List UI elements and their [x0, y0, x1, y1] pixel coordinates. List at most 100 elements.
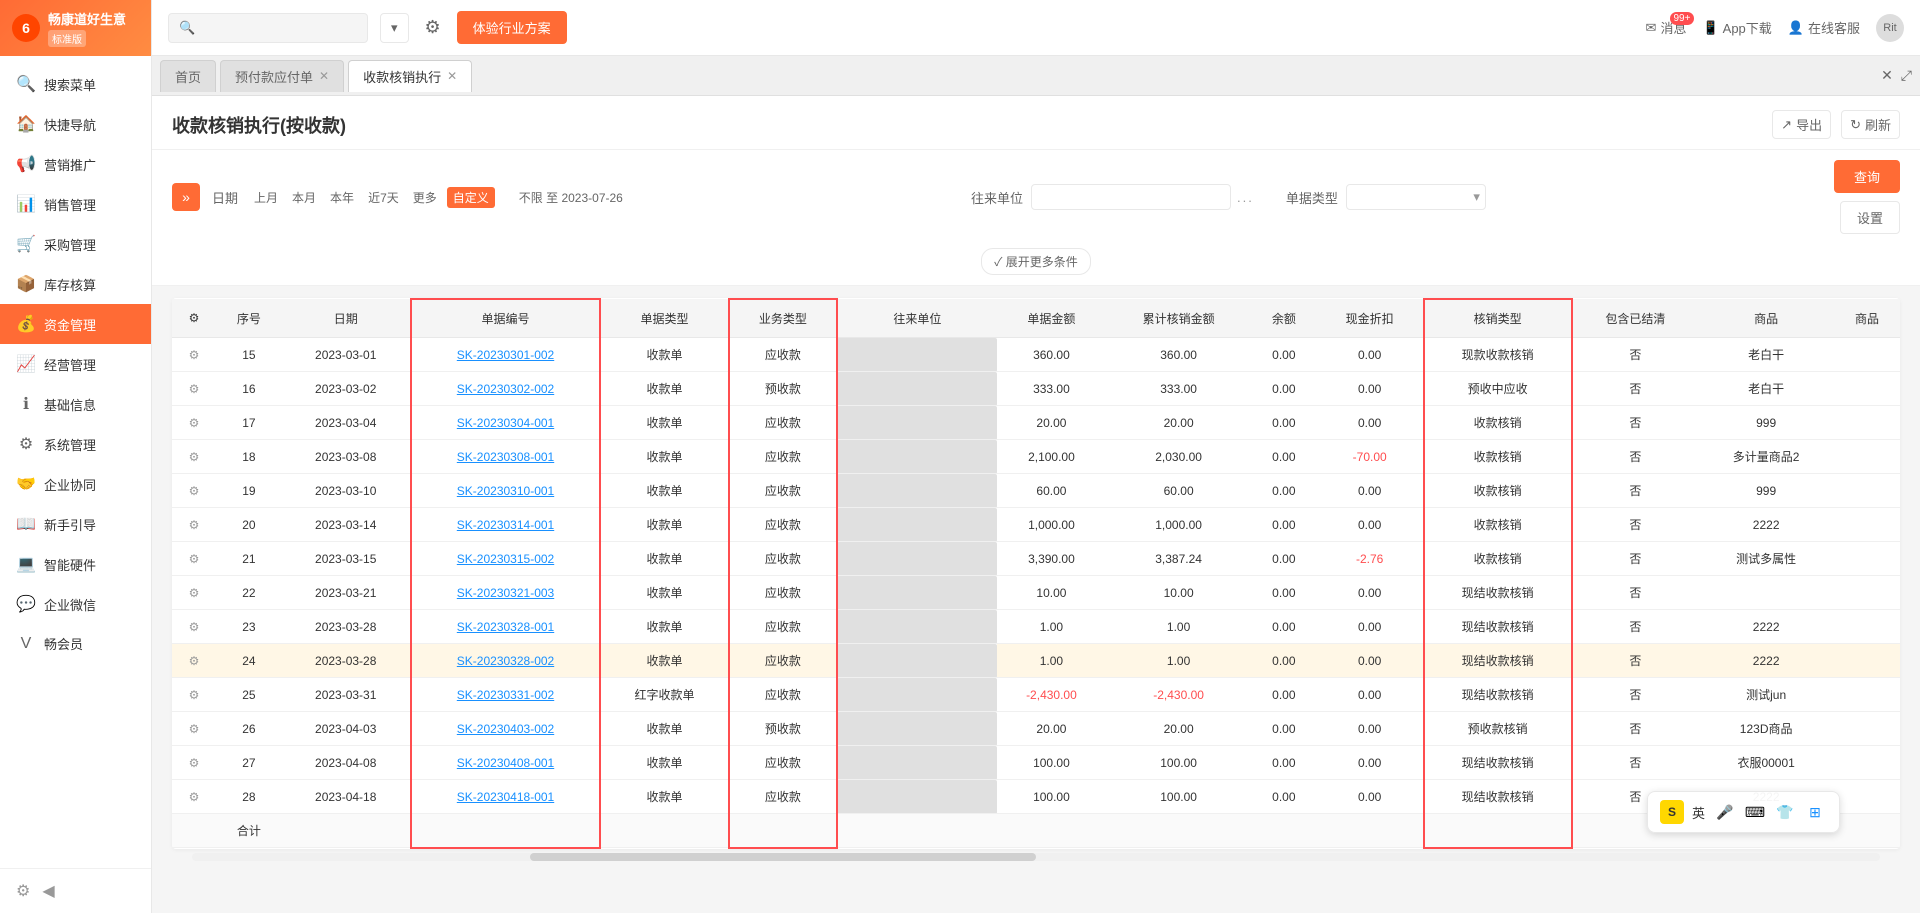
- sidebar-item-8[interactable]: ℹ基础信息: [0, 384, 151, 424]
- doc-link[interactable]: SK-20230331-002: [457, 688, 554, 702]
- collapse-sidebar-icon[interactable]: ◀: [42, 881, 54, 901]
- grid-icon[interactable]: ⊞: [1803, 800, 1827, 824]
- cell-12-0[interactable]: ⚙: [172, 746, 216, 780]
- doc-link[interactable]: SK-20230321-003: [457, 586, 554, 600]
- date-btn-更多[interactable]: 更多: [409, 187, 441, 208]
- doc-link[interactable]: SK-20230301-002: [457, 348, 554, 362]
- doc-link[interactable]: SK-20230328-001: [457, 620, 554, 634]
- doc-link[interactable]: SK-20230310-001: [457, 484, 554, 498]
- cell-6-0[interactable]: ⚙: [172, 542, 216, 576]
- cell-3-7: 2,100.00: [997, 440, 1107, 474]
- partner-input[interactable]: [1031, 184, 1231, 210]
- col-header-cash_discount: 现金折扣: [1317, 299, 1424, 338]
- doc-link[interactable]: SK-20230328-002: [457, 654, 554, 668]
- cell-4-11: 收款核销: [1424, 474, 1572, 508]
- tab-close-1[interactable]: ✕: [319, 69, 329, 83]
- messages-btn[interactable]: ✉ 消息 99+: [1646, 18, 1687, 37]
- export-btn[interactable]: ↗ 导出: [1772, 110, 1831, 139]
- cell-13-0[interactable]: ⚙: [172, 780, 216, 814]
- cell-5-0[interactable]: ⚙: [172, 508, 216, 542]
- sidebar-item-3[interactable]: 📊销售管理: [0, 184, 151, 224]
- search-box[interactable]: 🔍: [168, 13, 368, 43]
- cell-6-6: [837, 542, 996, 576]
- doc-type-select[interactable]: [1346, 184, 1486, 210]
- maximize-icon[interactable]: ⤢: [1901, 67, 1912, 84]
- service-btn[interactable]: 👤 在线客服: [1788, 18, 1860, 37]
- sidebar-item-4[interactable]: 🛒采购管理: [0, 224, 151, 264]
- tab-1[interactable]: 预付款应付单✕: [220, 60, 344, 92]
- date-btn-上月[interactable]: 上月: [250, 187, 282, 208]
- footer-cell-1: 合计: [216, 814, 282, 848]
- service-icon: 👤: [1788, 20, 1804, 36]
- gear-icon[interactable]: ⚙: [421, 13, 445, 42]
- doc-link[interactable]: SK-20230418-001: [457, 790, 554, 804]
- doc-link[interactable]: SK-20230315-002: [457, 552, 554, 566]
- sidebar-item-0[interactable]: 🔍搜索菜单: [0, 64, 151, 104]
- cell-8-0[interactable]: ⚙: [172, 610, 216, 644]
- sidebar-item-9[interactable]: ⚙系统管理: [0, 424, 151, 464]
- cell-0-14: [1834, 338, 1900, 372]
- table-row: ⚙192023-03-10SK-20230310-001收款单应收款60.006…: [172, 474, 1900, 508]
- cell-11-5: 预收款: [729, 712, 838, 746]
- sidebar-item-10[interactable]: 🤝企业协同: [0, 464, 151, 504]
- tab-close-2[interactable]: ✕: [447, 69, 457, 83]
- sidebar-item-11[interactable]: 📖新手引导: [0, 504, 151, 544]
- sidebar-item-6[interactable]: 💰资金管理: [0, 304, 151, 344]
- col-header-partner: 往来单位: [837, 299, 996, 338]
- filter-actions: 查询 设置: [1834, 160, 1900, 234]
- date-custom-btn[interactable]: 自定义: [447, 187, 495, 208]
- cell-7-14: [1834, 576, 1900, 610]
- scrollbar-thumb[interactable]: [530, 853, 1036, 861]
- date-btn-本月[interactable]: 本月: [288, 187, 320, 208]
- sidebar-item-13[interactable]: 💬企业微信: [0, 584, 151, 624]
- sidebar-label-13: 企业微信: [44, 595, 96, 614]
- doc-link[interactable]: SK-20230302-002: [457, 382, 554, 396]
- avatar[interactable]: Rit: [1876, 14, 1904, 42]
- query-btn[interactable]: 查询: [1834, 160, 1900, 193]
- sidebar-item-2[interactable]: 📢营销推广: [0, 144, 151, 184]
- sidebar-icon-11: 📖: [16, 514, 36, 534]
- mic-icon[interactable]: 🎤: [1713, 800, 1737, 824]
- cell-10-0[interactable]: ⚙: [172, 678, 216, 712]
- date-btn-本年[interactable]: 本年: [326, 187, 358, 208]
- doc-link[interactable]: SK-20230308-001: [457, 450, 554, 464]
- doc-link[interactable]: SK-20230403-002: [457, 722, 554, 736]
- cell-2-13: 999: [1698, 406, 1834, 440]
- cell-9-0[interactable]: ⚙: [172, 644, 216, 678]
- cell-2-9: 0.00: [1251, 406, 1317, 440]
- cell-4-0[interactable]: ⚙: [172, 474, 216, 508]
- sidebar-item-7[interactable]: 📈经营管理: [0, 344, 151, 384]
- filter-expand-btn[interactable]: »: [172, 183, 200, 211]
- keyboard-icon[interactable]: ⌨: [1743, 800, 1767, 824]
- cell-1-0[interactable]: ⚙: [172, 372, 216, 406]
- sidebar-item-14[interactable]: V畅会员: [0, 624, 151, 663]
- sidebar-item-1[interactable]: 🏠快捷导航: [0, 104, 151, 144]
- cell-0-0[interactable]: ⚙: [172, 338, 216, 372]
- col-header-product2: 商品: [1834, 299, 1900, 338]
- cell-2-0[interactable]: ⚙: [172, 406, 216, 440]
- industry-btn[interactable]: 体验行业方案: [457, 11, 567, 44]
- sidebar-item-5[interactable]: 📦库存核算: [0, 264, 151, 304]
- cell-3-0[interactable]: ⚙: [172, 440, 216, 474]
- cell-9-8: 1.00: [1106, 644, 1251, 678]
- cell-11-0[interactable]: ⚙: [172, 712, 216, 746]
- refresh-btn[interactable]: ↻ 刷新: [1841, 110, 1900, 139]
- cell-7-0[interactable]: ⚙: [172, 576, 216, 610]
- tab-0[interactable]: 首页: [160, 60, 216, 92]
- sidebar-item-12[interactable]: 💻智能硬件: [0, 544, 151, 584]
- doc-link[interactable]: SK-20230314-001: [457, 518, 554, 532]
- dropdown-btn[interactable]: ▾: [380, 13, 409, 43]
- close-tab-icon[interactable]: ✕: [1881, 67, 1893, 84]
- settings-footer-icon[interactable]: ⚙: [16, 881, 30, 901]
- date-btn-近7天[interactable]: 近7天: [364, 187, 403, 208]
- horizontal-scrollbar[interactable]: [192, 853, 1880, 861]
- filter-setting-btn[interactable]: 设置: [1840, 201, 1900, 234]
- cell-7-13: [1698, 576, 1834, 610]
- app-download-btn[interactable]: 📱 App下载: [1702, 18, 1771, 37]
- expand-more-btn[interactable]: ✓ 展开更多条件: [981, 248, 1091, 275]
- shirt-icon[interactable]: 👕: [1773, 800, 1797, 824]
- doc-link[interactable]: SK-20230304-001: [457, 416, 554, 430]
- doc-link[interactable]: SK-20230408-001: [457, 756, 554, 770]
- tab-2[interactable]: 收款核销执行✕: [348, 60, 472, 92]
- cell-2-11: 收款核销: [1424, 406, 1572, 440]
